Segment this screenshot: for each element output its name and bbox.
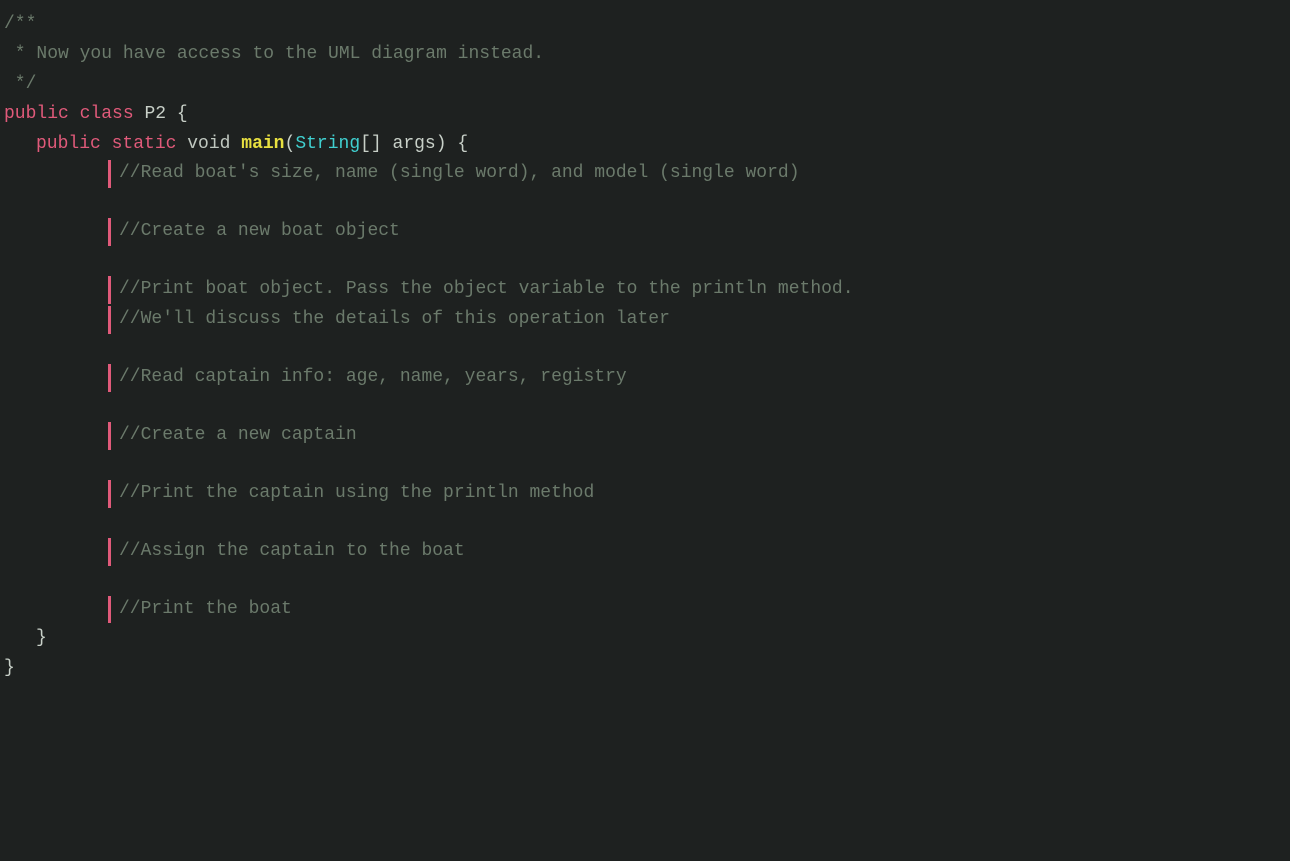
- indent-bar: [108, 480, 111, 508]
- line-10-content: //Print boat object. Pass the object var…: [0, 276, 1290, 304]
- code-line-8: //Create a new boat object: [0, 217, 1290, 247]
- code-line-2: * Now you have access to the UML diagram…: [0, 40, 1290, 70]
- code-line-16: [0, 451, 1290, 479]
- code-line-12: [0, 335, 1290, 363]
- code-line-19: //Assign the captain to the boat: [0, 537, 1290, 567]
- indent-bar: [108, 364, 111, 392]
- indent-bar: [108, 218, 111, 246]
- code-editor: /** * Now you have access to the UML dia…: [0, 0, 1290, 861]
- line-6-content: //Read boat's size, name (single word), …: [0, 160, 1290, 188]
- line-13-content: //Read captain info: age, name, years, r…: [0, 364, 1290, 392]
- line-5-content: public static void main(String[] args) {: [0, 131, 1290, 159]
- code-line-11: //We'll discuss the details of this oper…: [0, 305, 1290, 335]
- code-line-3: */: [0, 70, 1290, 100]
- code-line-1: /**: [0, 10, 1290, 40]
- line-2-content: * Now you have access to the UML diagram…: [0, 41, 1290, 69]
- line-15-content: //Create a new captain: [0, 422, 1290, 450]
- indent-bar: [108, 538, 111, 566]
- code-line-14: [0, 393, 1290, 421]
- code-line-6: //Read boat's size, name (single word), …: [0, 159, 1290, 189]
- code-line-21: //Print the boat: [0, 595, 1290, 625]
- code-line-10: //Print boat object. Pass the object var…: [0, 275, 1290, 305]
- line-3-content: */: [0, 71, 1290, 99]
- line-1-content: /**: [0, 11, 1290, 39]
- code-line-23: }: [0, 654, 1290, 684]
- code-line-20: [0, 567, 1290, 595]
- code-line-9: [0, 247, 1290, 275]
- code-line-13: //Read captain info: age, name, years, r…: [0, 363, 1290, 393]
- line-11-content: //We'll discuss the details of this oper…: [0, 306, 1290, 334]
- line-22-content: }: [0, 625, 1290, 653]
- indent-bar: [108, 422, 111, 450]
- indent-bar: [108, 306, 111, 334]
- line-8-content: //Create a new boat object: [0, 218, 1290, 246]
- indent-bar: [108, 596, 111, 624]
- indent-bar: [108, 276, 111, 304]
- line-19-content: //Assign the captain to the boat: [0, 538, 1290, 566]
- line-21-content: //Print the boat: [0, 596, 1290, 624]
- indent-bar: [108, 160, 111, 188]
- code-line-17: //Print the captain using the println me…: [0, 479, 1290, 509]
- line-17-content: //Print the captain using the println me…: [0, 480, 1290, 508]
- code-line-7: [0, 189, 1290, 217]
- code-line-5: public static void main(String[] args) {: [0, 130, 1290, 160]
- line-4-content: public class P2 {: [0, 101, 1290, 129]
- line-23-content: }: [0, 655, 1290, 683]
- code-line-18: [0, 509, 1290, 537]
- code-line-22: }: [0, 624, 1290, 654]
- code-line-15: //Create a new captain: [0, 421, 1290, 451]
- code-line-4: public class P2 {: [0, 100, 1290, 130]
